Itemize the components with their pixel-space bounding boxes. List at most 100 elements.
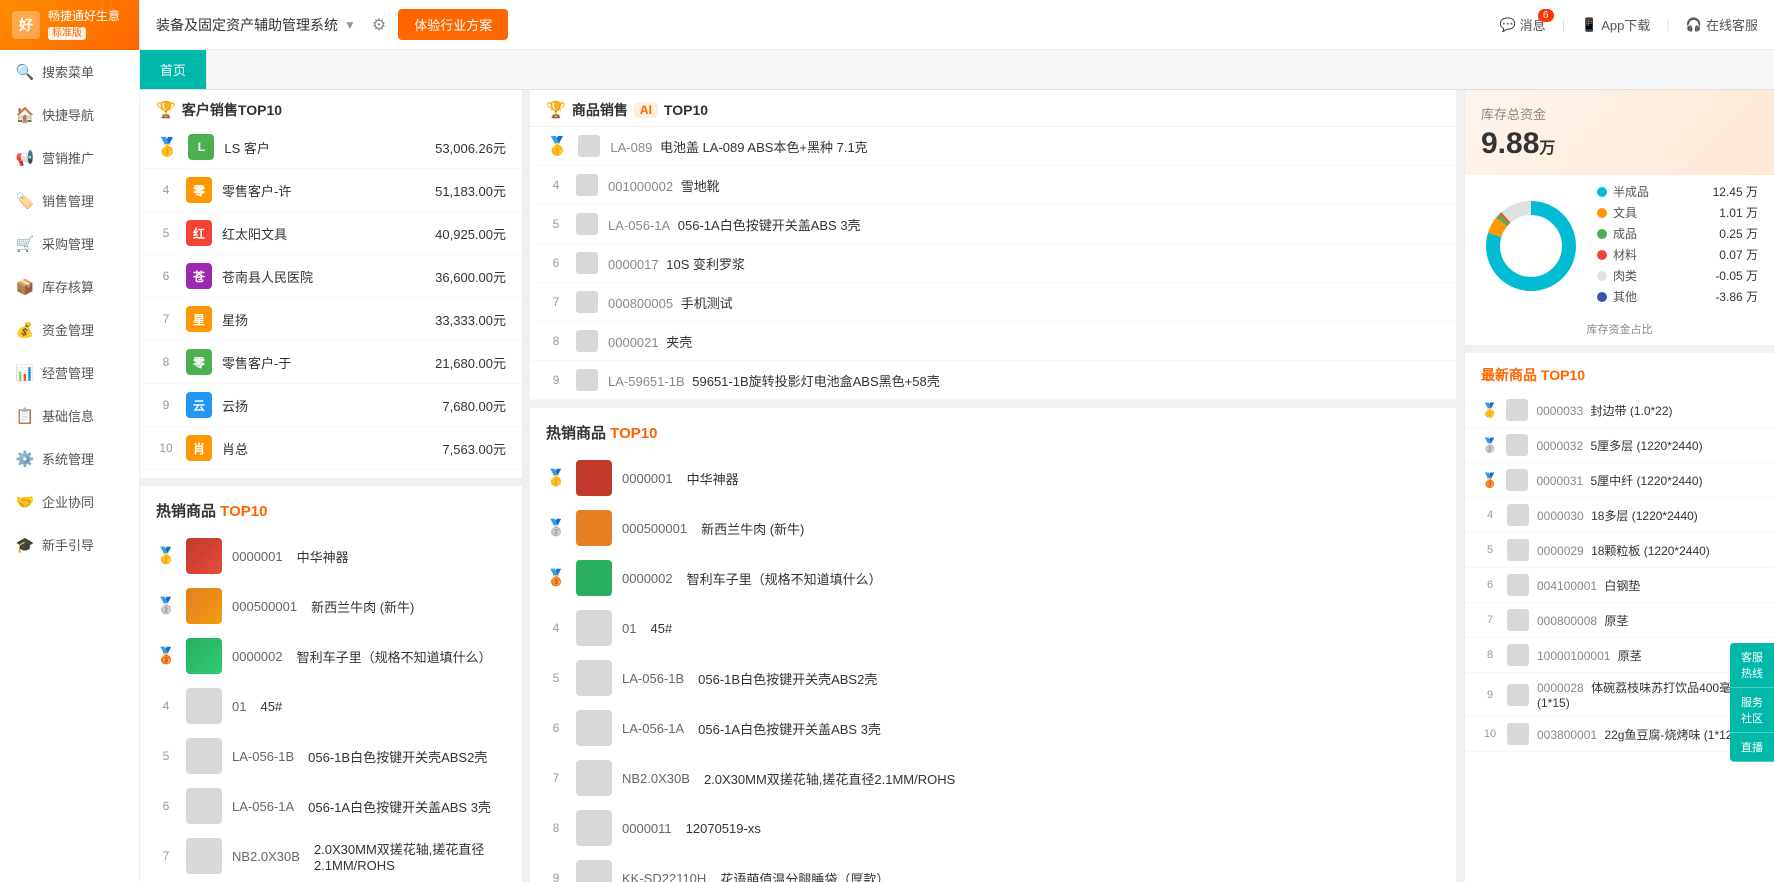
avatar: 零 [186,177,212,203]
app-download-button[interactable]: 📱 App下载 [1581,15,1650,34]
sidebar-logo: 好 畅捷通好生意 标准版 [0,0,139,50]
float-buttons: 客服 热线 服务 社区 直播 [1730,643,1774,762]
list-item[interactable]: 6 LA-056-1A 056-1A白色按键开关盖ABS 3壳 [140,781,522,831]
customer-service-button[interactable]: 客服 热线 [1730,643,1774,688]
medal-icon: 🥈 [1481,437,1498,454]
table-row[interactable]: 6 0000017 10S 变利罗浆 [530,244,1456,283]
table-row[interactable]: 9 云 云扬 7,680.00元 [140,384,522,427]
sidebar-item-guide[interactable]: 🎓 新手引导 [0,523,139,566]
table-row[interactable]: 8 零 零售客户-于 21,680.00元 [140,341,522,384]
list-item[interactable]: 🥈 000500001 新西兰牛肉 (新牛) [530,503,1456,553]
sidebar-item-sales[interactable]: 🏷️ 销售管理 [0,179,139,222]
list-item[interactable]: 6 004100001 白钢垫 [1465,568,1774,603]
list-item[interactable]: 🥈 0000032 5厘多层 (1220*2440) [1465,428,1774,463]
inventory-chart-label: 库存资金占比 [1465,317,1774,345]
medal-icon: 🥈 [156,596,176,616]
list-item[interactable]: 5 LA-056-1B 056-1B白色按键开关壳ABS2壳 [530,653,1456,703]
service-community-button[interactable]: 服务 社区 [1730,688,1774,733]
legend-item: 成品 0.25 万 [1597,225,1758,242]
sidebar-search[interactable]: 🔍 搜索菜单 [0,50,139,93]
table-row[interactable]: 8 0000021 夹壳 [530,322,1456,361]
list-item[interactable]: 7 000800008 原茎 [1465,603,1774,638]
sidebar-item-purchase[interactable]: 🛒 采购管理 [0,222,139,265]
product-image-placeholder [1506,469,1528,491]
list-item[interactable]: 5 LA-056-1B 056-1B白色按键开关壳ABS2壳 [140,731,522,781]
online-service-button[interactable]: 🎧 在线客服 [1686,15,1758,34]
product-image-placeholder [576,369,598,391]
product-image-placeholder [1507,644,1529,666]
list-item[interactable]: 🥇 0000001 中华神器 [530,453,1456,503]
product-image-placeholder [1507,609,1529,631]
inventory-title: 库存总资金 [1481,104,1758,123]
table-row[interactable]: 10 肖 肖总 7,563.00元 [140,427,522,470]
product-image-placeholder [576,810,612,846]
medal-icon: 🥇 [156,137,178,158]
list-item[interactable]: 🥇 0000001 中华神器 [140,531,522,581]
legend-item: 文具 1.01 万 [1597,204,1758,221]
product-image-placeholder [1507,574,1529,596]
list-item[interactable]: 5 0000029 18颗粒板 (1220*2440) [1465,533,1774,568]
sidebar-item-home[interactable]: 🏠 快捷导航 [0,93,139,136]
sidebar-item-inventory[interactable]: 📦 库存核算 [0,265,139,308]
list-item[interactable]: 🥉 0000002 智利车子里（规格不知道填什么） [140,631,522,681]
trophy-icon: 🏆 [156,100,176,120]
product-image-placeholder [1507,504,1529,526]
avatar: 云 [186,392,212,418]
inventory-donut-chart [1481,196,1581,296]
list-item[interactable]: 7 NB2.0X30B 2.0X30MM双搓花轴,搓花直径2.1MM/ROHS [140,831,522,881]
inventory-chart-section: 半成品 12.45 万 文具 1.01 万 成品 0.25 万 [1465,175,1774,317]
list-item[interactable]: 🥉 0000002 智利车子里（规格不知道填什么） [530,553,1456,603]
system-name[interactable]: 装备及固定资产辅助管理系统 ▼ [156,15,356,35]
sidebar-item-marketing[interactable]: 📢 营销推广 [0,136,139,179]
table-row[interactable]: 6 苍 苍南县人民医院 36,600.00元 [140,255,522,298]
list-item[interactable]: 9 0000028 体碗荔枝味苏打饮品400毫升 (1*15) [1465,673,1774,717]
list-item[interactable]: 🥉 0000031 5厘中纤 (1220*2440) [1465,463,1774,498]
list-item[interactable]: 4 01 45# [140,681,522,731]
customer-ranking-header: 🏆 客户销售TOP10 [140,90,522,126]
purchase-icon: 🛒 [16,235,34,253]
list-item[interactable]: 4 01 45# [530,603,1456,653]
table-row[interactable]: 5 LA-056-1A 056-1A白色按键开关盖ABS 3壳 [530,205,1456,244]
medal-icon: 🥉 [1481,472,1498,489]
info-icon: 📋 [16,407,34,425]
content-area: 🏆 客户销售TOP10 🥇 L LS 客户 53,006.26元 4 零 零售客… [140,90,1774,882]
table-row[interactable]: 7 星 星扬 33,333.00元 [140,298,522,341]
list-item[interactable]: 8 10000100001 原茎 [1465,638,1774,673]
medal-icon: 🥇 [546,468,566,488]
table-row[interactable]: 9 LA-59651-1B 59651-1B旋转投影灯电池盒ABS黑色+58壳 [530,361,1456,400]
list-item[interactable]: 🥈 000500001 新西兰牛肉 (新牛) [140,581,522,631]
table-row[interactable]: 7 000800005 手机测试 [530,283,1456,322]
headset-icon: 🎧 [1686,17,1702,33]
list-item[interactable]: 6 LA-056-1A 056-1A白色按键开关盖ABS 3壳 [530,703,1456,753]
product-image-placeholder [1507,684,1529,706]
table-row[interactable]: 5 红 红太阳文具 40,925.00元 [140,212,522,255]
table-row[interactable]: 4 零 零售客户-许 51,183.00元 [140,169,522,212]
product-image-placeholder [576,610,612,646]
sidebar-item-system[interactable]: ⚙️ 系统管理 [0,437,139,480]
trial-button[interactable]: 体验行业方案 [398,9,508,40]
table-row[interactable]: 4 001000002 雪地靴 [530,166,1456,205]
table-row[interactable]: 🥇 L LS 客户 53,006.26元 [140,126,522,169]
list-item[interactable]: 7 NB2.0X30B 2.0X30MM双搓花轴,搓花直径2.1MM/ROHS [530,753,1456,803]
list-item[interactable]: 8 0000011 12070519-xs [530,803,1456,853]
product-image-placeholder [576,213,598,235]
settings-icon[interactable]: ⚙ [372,15,386,35]
list-item[interactable]: 4 0000030 18多层 (1220*2440) [1465,498,1774,533]
message-button[interactable]: 💬 消息 6 [1499,15,1545,34]
list-item[interactable]: 9 KK-SD22110H 花语萌值温分腿睡袋（厚款） [530,853,1456,882]
medal-icon: 🥈 [546,518,566,538]
list-item[interactable]: 🥇 0000033 封边带 (1.0*22) [1465,393,1774,428]
sidebar-item-info[interactable]: 📋 基础信息 [0,394,139,437]
marketing-icon: 📢 [16,149,34,167]
table-row[interactable]: 🥇 LA-089 电池盖 LA-089 ABS本色+黑种 7.1克 [530,127,1456,166]
product-image-placeholder [576,860,612,882]
sidebar-item-finance[interactable]: 💰 资金管理 [0,308,139,351]
sidebar-item-operations[interactable]: 📊 经营管理 [0,351,139,394]
list-item[interactable]: 10 003800001 22g鱼豆腐-烧烤味 (1*12*20) [1465,717,1774,752]
live-stream-button[interactable]: 直播 [1730,733,1774,762]
sidebar-item-collab[interactable]: 🤝 企业协同 [0,480,139,523]
medal-icon: 🥇 [156,546,176,566]
tab-home[interactable]: 首页 [140,50,207,89]
avatar: 肖 [186,435,212,461]
message-icon: 💬 [1499,17,1515,33]
